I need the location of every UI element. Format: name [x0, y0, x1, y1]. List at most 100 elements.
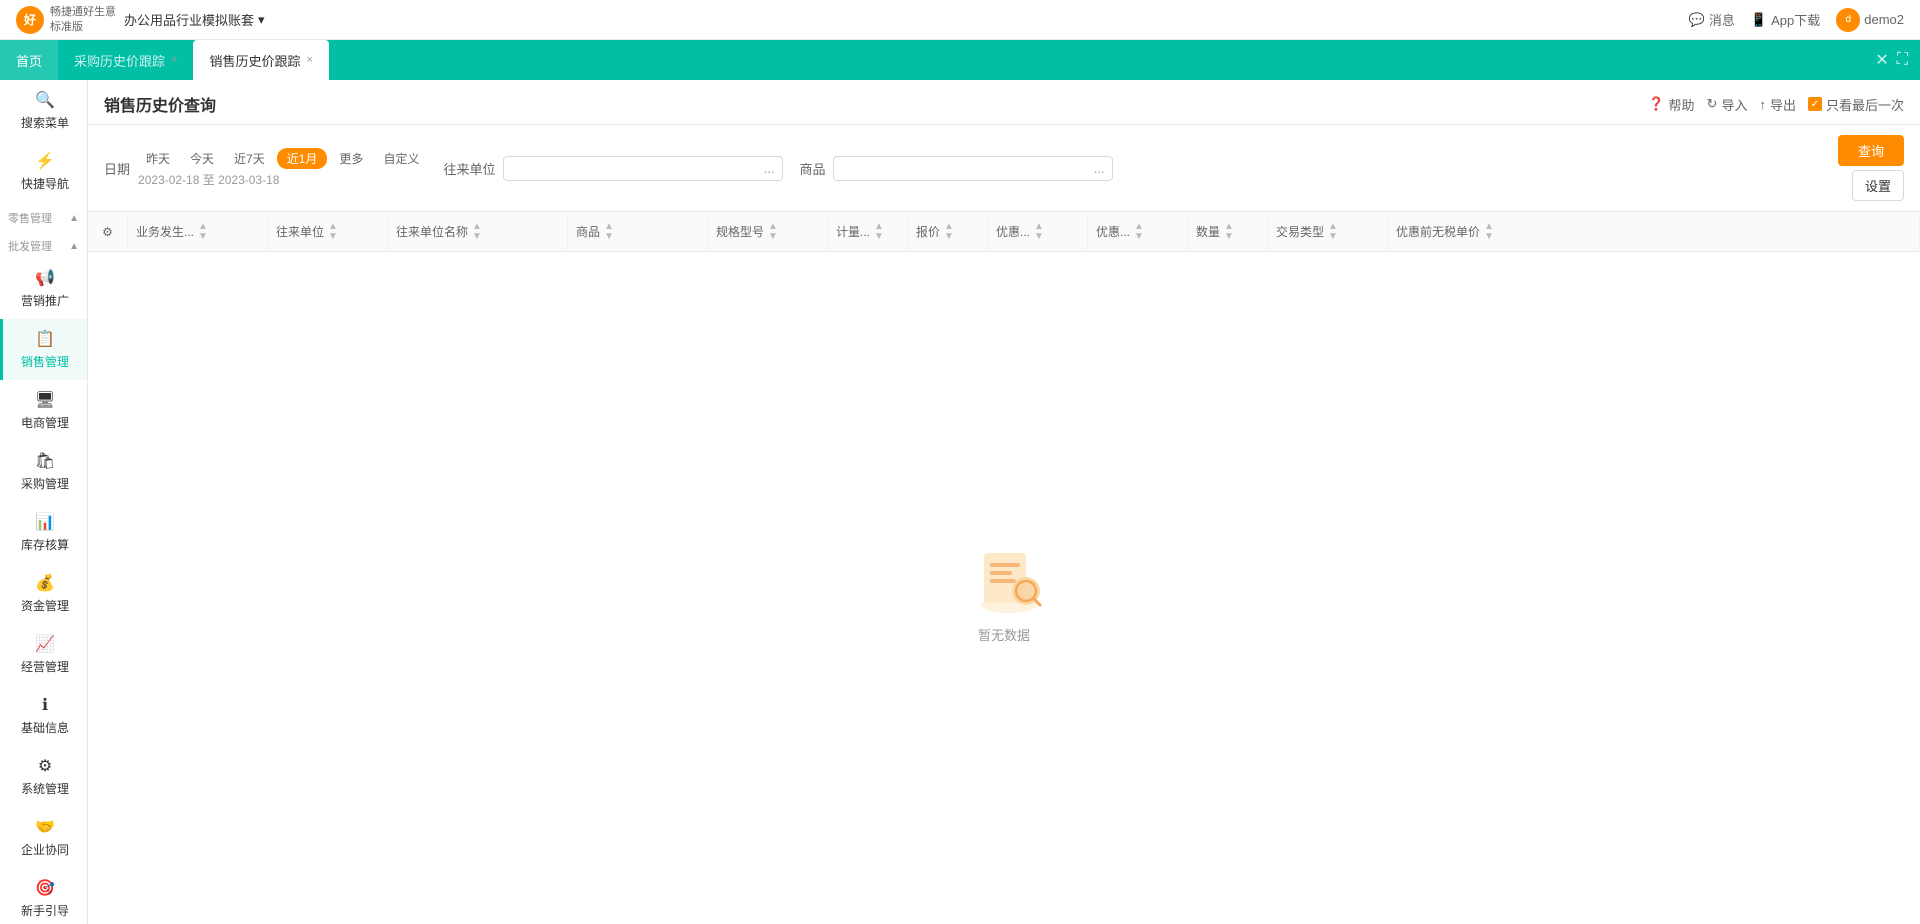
date-btn-1month[interactable]: 近1月	[277, 148, 328, 169]
sort-icon: ▲▼	[1134, 222, 1144, 242]
sidebar-section-wholesale[interactable]: 批发管理 ▲	[0, 230, 87, 258]
sidebar-item-quicknav[interactable]: ⚡ 快捷导航	[0, 141, 87, 202]
goods-filter: 商品 ...	[799, 156, 1113, 181]
export-button[interactable]: ↑ 导出	[1759, 95, 1796, 114]
sidebar-label: 基础信息	[21, 719, 69, 736]
th-unit[interactable]: 计量... ▲▼	[828, 214, 908, 250]
company-selector[interactable]: 办公用品行业模拟账套 ▾	[124, 10, 265, 29]
sidebar-label: 系统管理	[21, 780, 69, 797]
tab-purchase-close[interactable]: ×	[171, 54, 177, 66]
sidebar-item-ecommerce[interactable]: 🖥 电商管理	[0, 380, 87, 441]
sidebar-label: 企业协同	[21, 841, 69, 858]
tab-expand-icon[interactable]: ⛶	[1897, 51, 1908, 69]
top-bar-left: 好 畅捷通好生意 标准版 办公用品行业模拟账套 ▾	[16, 5, 265, 34]
th-price[interactable]: 报价 ▲▼	[908, 214, 988, 250]
sidebar-item-operations[interactable]: 📈 经营管理	[0, 624, 87, 685]
th-spec[interactable]: 规格型号 ▲▼	[708, 214, 828, 250]
tab-purchase-history[interactable]: 采购历史价跟踪 ×	[58, 40, 193, 80]
th-trade-type[interactable]: 交易类型 ▲▼	[1268, 214, 1388, 250]
th-partner[interactable]: 往来单位 ▲▼	[268, 214, 388, 250]
sidebar-item-basics[interactable]: ℹ 基础信息	[0, 685, 87, 746]
tab-close-all-icon[interactable]: ✕	[1875, 50, 1888, 70]
th-discount1[interactable]: 优惠... ▲▼	[988, 214, 1088, 250]
sidebar-item-purchase[interactable]: 🛍 采购管理	[0, 441, 87, 502]
search-icon: 🔍	[35, 90, 55, 110]
sort-icon: ▲▼	[1328, 222, 1338, 242]
content-area: 销售历史价查询 ❓ 帮助 ↻ 导入 ↑ 导出 只看最后一次	[88, 80, 1920, 924]
quicknav-icon: ⚡	[35, 151, 55, 171]
user-menu[interactable]: d demo2	[1836, 8, 1904, 32]
sidebar-item-inventory[interactable]: 📊 库存核算	[0, 502, 87, 563]
sidebar-item-sales[interactable]: 📋 销售管理	[0, 319, 87, 380]
import-icon: ↻	[1707, 96, 1718, 112]
empty-state: 暂无数据	[88, 252, 1920, 924]
tab-sales-close[interactable]: ×	[306, 54, 312, 66]
sidebar-item-marketing[interactable]: 📢 营销推广	[0, 258, 87, 319]
setting-button[interactable]: 设置	[1852, 170, 1904, 201]
collab-icon: 🤝	[35, 817, 55, 837]
help-button[interactable]: ❓ 帮助	[1648, 95, 1694, 114]
th-settings[interactable]: ⚙	[88, 217, 128, 247]
filter-right: 查询 设置	[1838, 135, 1904, 201]
date-btn-more[interactable]: 更多	[331, 148, 371, 169]
table-header: ⚙ 业务发生... ▲▼ 往来单位 ▲▼ 往来单位名称 ▲▼ 商品 ▲▼	[88, 212, 1920, 252]
date-buttons: 昨天 今天 近7天 近1月 更多 自定义	[138, 148, 427, 169]
only-last-checkbox[interactable]: 只看最后一次	[1808, 95, 1904, 114]
sidebar-item-guide[interactable]: 🎯 新手引导	[0, 868, 87, 924]
logo-area: 好 畅捷通好生意 标准版	[16, 5, 116, 34]
partner-filter: 往来单位 ...	[443, 156, 783, 181]
sidebar-label: 快捷导航	[21, 175, 69, 192]
filter-bar: 日期 昨天 今天 近7天 近1月 更多 自定义 2023-02-18 至 202…	[88, 125, 1920, 212]
date-btn-custom[interactable]: 自定义	[375, 148, 427, 169]
tab-home[interactable]: 首页	[0, 40, 58, 80]
tab-bar: 首页 采购历史价跟踪 × 销售历史价跟踪 × ✕ ⛶	[0, 40, 1920, 80]
th-qty[interactable]: 数量 ▲▼	[1188, 214, 1268, 250]
sort-icon: ▲▼	[198, 222, 208, 242]
gear-icon: ⚙	[102, 225, 113, 239]
export-icon: ↑	[1759, 97, 1766, 112]
sales-icon: 📋	[35, 329, 55, 349]
date-btn-7days[interactable]: 近7天	[226, 148, 273, 169]
sort-icon: ▲▼	[1224, 222, 1234, 242]
avatar: d	[1836, 8, 1860, 32]
page-header: 销售历史价查询 ❓ 帮助 ↻ 导入 ↑ 导出 只看最后一次	[88, 80, 1920, 125]
empty-icon	[964, 533, 1044, 613]
sidebar-item-collab[interactable]: 🤝 企业协同	[0, 807, 87, 868]
sort-icon: ▲▼	[1034, 222, 1044, 242]
logo-icon: 好	[16, 6, 44, 34]
goods-input[interactable]: ...	[833, 156, 1113, 181]
wholesale-arrow-icon: ▲	[69, 241, 79, 252]
operations-icon: 📈	[35, 634, 55, 654]
chat-button[interactable]: 💬 消息	[1689, 10, 1735, 29]
th-notax-price[interactable]: 优惠前无税单价 ▲▼	[1388, 214, 1920, 250]
sidebar-label: 电商管理	[21, 414, 69, 431]
sidebar-label: 资金管理	[21, 597, 69, 614]
retail-arrow-icon: ▲	[69, 213, 79, 224]
th-partner-name[interactable]: 往来单位名称 ▲▼	[388, 214, 568, 250]
import-button[interactable]: ↻ 导入	[1707, 95, 1748, 114]
tab-sales-history[interactable]: 销售历史价跟踪 ×	[193, 40, 328, 80]
sidebar-item-finance[interactable]: 💰 资金管理	[0, 563, 87, 624]
app-download-button[interactable]: 📱 App下载	[1751, 10, 1820, 29]
empty-text: 暂无数据	[978, 625, 1030, 644]
date-btn-today[interactable]: 今天	[182, 148, 222, 169]
th-biz-date[interactable]: 业务发生... ▲▼	[128, 214, 268, 250]
dropdown-icon: ▾	[258, 12, 265, 28]
guide-icon: 🎯	[35, 878, 55, 898]
sidebar-label: 经营管理	[21, 658, 69, 675]
query-button[interactable]: 查询	[1838, 135, 1904, 166]
basics-icon: ℹ	[42, 695, 48, 715]
help-icon: ❓	[1648, 96, 1664, 112]
sidebar-item-system[interactable]: ⚙ 系统管理	[0, 746, 87, 807]
th-discount2[interactable]: 优惠... ▲▼	[1088, 214, 1188, 250]
th-goods[interactable]: 商品 ▲▼	[568, 214, 708, 250]
partner-input[interactable]: ...	[503, 156, 783, 181]
date-btn-yesterday[interactable]: 昨天	[138, 148, 178, 169]
sidebar-item-search[interactable]: 🔍 搜索菜单	[0, 80, 87, 141]
date-filter: 日期 昨天 今天 近7天 近1月 更多 自定义 2023-02-18 至 202…	[104, 148, 427, 188]
page-title: 销售历史价查询	[104, 92, 216, 116]
sidebar-section-retail[interactable]: 零售管理 ▲	[0, 202, 87, 230]
sort-icon: ▲▼	[768, 222, 778, 242]
app-icon: 📱	[1751, 12, 1767, 28]
sidebar-label: 销售管理	[21, 353, 69, 370]
